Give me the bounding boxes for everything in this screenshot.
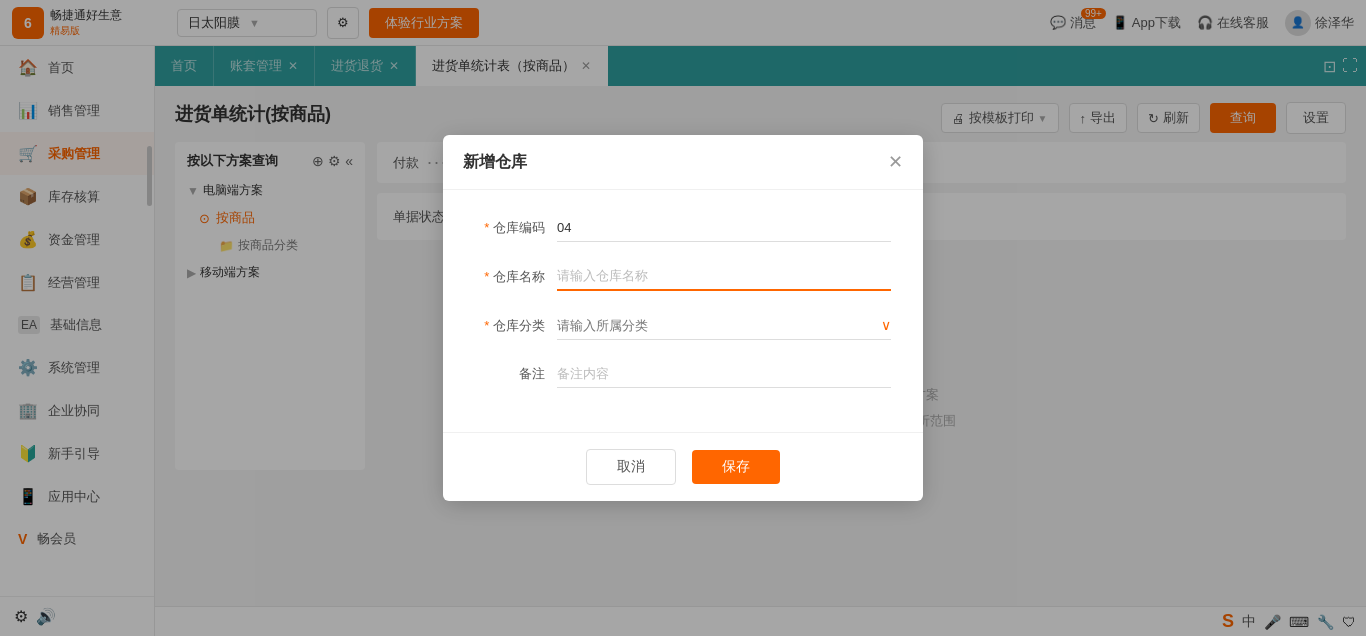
dialog-header: 新增仓库 ✕ [443,135,923,190]
category-input[interactable] [557,318,881,333]
form-row-category: 仓库分类 ∨ [475,311,891,340]
dialog-footer: 取消 保存 [443,432,923,501]
remark-input[interactable] [557,360,891,388]
dialog-close-button[interactable]: ✕ [888,151,903,173]
category-select[interactable]: ∨ [557,311,891,340]
name-input[interactable] [557,262,891,291]
category-label: 仓库分类 [475,317,545,335]
cancel-button[interactable]: 取消 [586,449,676,485]
modal-overlay: 新增仓库 ✕ 仓库编码 仓库名称 仓库分类 ∨ [0,0,1366,636]
dialog-title: 新增仓库 [463,152,527,173]
category-dropdown-icon: ∨ [881,317,891,333]
form-row-code: 仓库编码 [475,214,891,242]
name-label: 仓库名称 [475,268,545,286]
form-row-remark: 备注 [475,360,891,388]
save-button[interactable]: 保存 [692,450,780,484]
remark-label: 备注 [475,365,545,383]
new-warehouse-dialog: 新增仓库 ✕ 仓库编码 仓库名称 仓库分类 ∨ [443,135,923,501]
form-row-name: 仓库名称 [475,262,891,291]
code-label: 仓库编码 [475,219,545,237]
dialog-body: 仓库编码 仓库名称 仓库分类 ∨ 备注 [443,190,923,432]
code-input[interactable] [557,214,891,242]
